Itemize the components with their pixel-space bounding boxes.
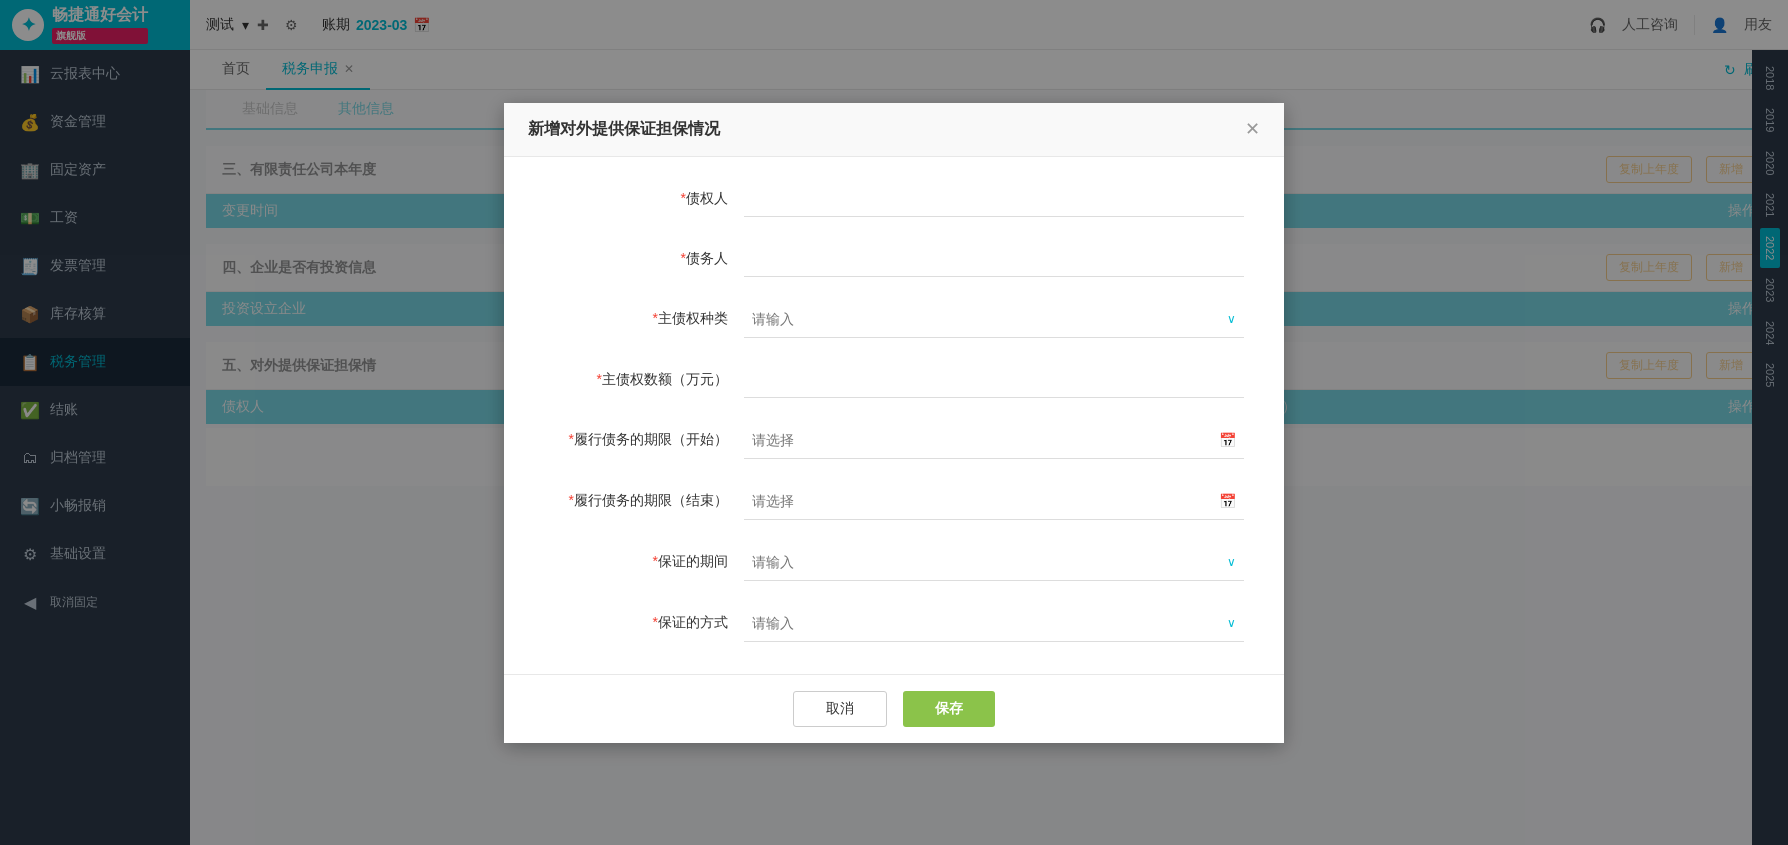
field-obligation-start: *履行债务的期限（开始） 📅 (544, 422, 1244, 459)
dialog-add-guarantee: 新增对外提供保证担保情况 ✕ *债权人 *债务人 * (504, 103, 1284, 743)
debt-type-select-wrapper: ∨ (744, 301, 1244, 338)
cancel-button[interactable]: 取消 (793, 691, 887, 727)
debtor-label: *债务人 (544, 250, 744, 268)
debt-amount-label: *主债权数额（万元） (544, 371, 744, 389)
guarantee-method-select-wrapper: ∨ (744, 605, 1244, 642)
field-debt-type: *主债权种类 ∨ (544, 301, 1244, 338)
obligation-end-date-wrapper: 📅 (744, 483, 1244, 520)
debt-amount-input[interactable] (744, 362, 1244, 398)
debtor-input[interactable] (744, 241, 1244, 277)
dialog-close-button[interactable]: ✕ (1245, 120, 1260, 138)
field-guarantee-method: *保证的方式 ∨ (544, 605, 1244, 642)
save-button[interactable]: 保存 (903, 691, 995, 727)
field-creditor: *债权人 (544, 181, 1244, 217)
field-guarantee-period: *保证的期间 ∨ (544, 544, 1244, 581)
guarantee-period-input[interactable] (744, 544, 1219, 580)
obligation-start-input[interactable] (744, 422, 1211, 458)
creditor-input[interactable] (744, 181, 1244, 217)
debt-type-input[interactable] (744, 301, 1219, 337)
guarantee-method-label: *保证的方式 (544, 614, 744, 632)
dialog-title: 新增对外提供保证担保情况 (528, 119, 720, 140)
obligation-start-date-wrapper: 📅 (744, 422, 1244, 459)
debt-type-label: *主债权种类 (544, 310, 744, 328)
field-obligation-end: *履行债务的期限（结束） 📅 (544, 483, 1244, 520)
debt-type-chevron-icon[interactable]: ∨ (1219, 312, 1244, 326)
guarantee-method-input[interactable] (744, 605, 1219, 641)
obligation-end-calendar-icon[interactable]: 📅 (1211, 493, 1244, 509)
dialog-footer: 取消 保存 (504, 674, 1284, 743)
obligation-end-label: *履行债务的期限（结束） (544, 492, 744, 510)
obligation-start-label: *履行债务的期限（开始） (544, 431, 744, 449)
creditor-label: *债权人 (544, 190, 744, 208)
guarantee-period-select-wrapper: ∨ (744, 544, 1244, 581)
dialog-header: 新增对外提供保证担保情况 ✕ (504, 103, 1284, 157)
modal-overlay: 新增对外提供保证担保情况 ✕ *债权人 *债务人 * (0, 0, 1788, 845)
guarantee-period-chevron-icon[interactable]: ∨ (1219, 555, 1244, 569)
obligation-start-calendar-icon[interactable]: 📅 (1211, 432, 1244, 448)
guarantee-period-label: *保证的期间 (544, 553, 744, 571)
guarantee-method-chevron-icon[interactable]: ∨ (1219, 616, 1244, 630)
obligation-end-input[interactable] (744, 483, 1211, 519)
field-debt-amount: *主债权数额（万元） (544, 362, 1244, 398)
field-debtor: *债务人 (544, 241, 1244, 277)
dialog-body: *债权人 *债务人 *主债权种类 ∨ (504, 157, 1284, 674)
